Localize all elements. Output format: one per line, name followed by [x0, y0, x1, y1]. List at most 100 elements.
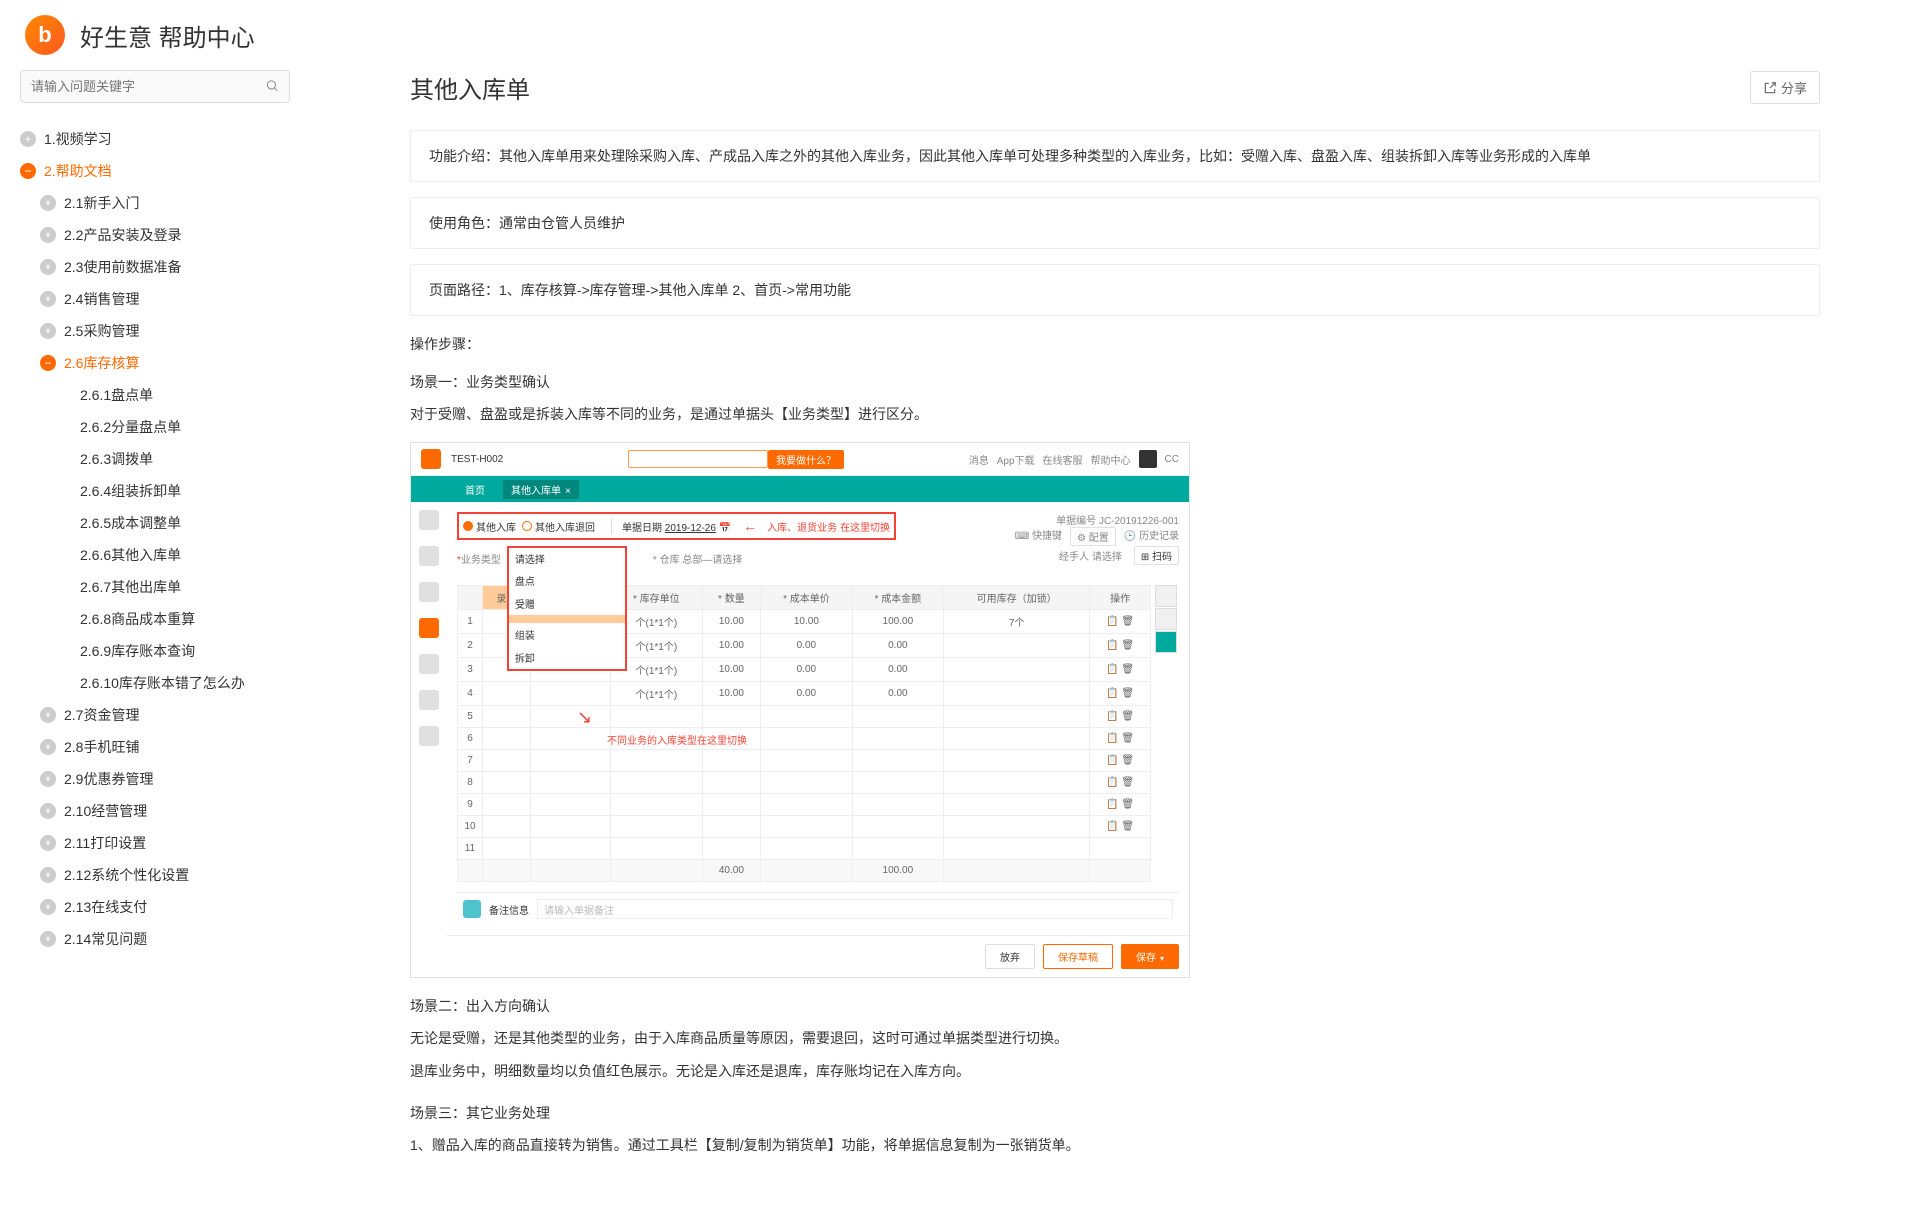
header-title: 好生意 帮助中心	[80, 18, 255, 53]
nav-leaf-2-6-4[interactable]: 2.6.4组装拆卸单	[20, 475, 290, 507]
nav-label: 2.2产品安装及登录	[64, 225, 181, 245]
mock-top-msg: 消息	[969, 452, 989, 467]
nav-leaf-2-6-6[interactable]: 2.6.6其他入库单	[20, 539, 290, 571]
mock-top-help: 帮助中心	[1091, 452, 1131, 467]
nav-leaf-2-6-10[interactable]: 2.6.10库存账本错了怎么办	[20, 667, 290, 699]
nav-item-2-5[interactable]: +2.5采购管理	[20, 315, 290, 347]
nav-label: 2.帮助文档	[44, 161, 112, 181]
mock-footer: 放弃 保存草稿 保存	[447, 935, 1189, 977]
mock-logo-icon	[421, 449, 441, 469]
search-box[interactable]	[20, 70, 290, 103]
rail-icon	[419, 726, 439, 746]
nav-item-2-8[interactable]: +2.8手机旺铺	[20, 731, 290, 763]
radio-icon	[522, 521, 532, 531]
plus-icon: +	[40, 707, 56, 723]
mock-dd-item: 受赠	[509, 592, 625, 615]
nav-item-2-1[interactable]: +2.1新手入门	[20, 187, 290, 219]
scene3-title: 场景三：其它业务处理	[410, 1103, 1820, 1123]
tool-icon	[1155, 631, 1177, 653]
plus-icon: +	[40, 323, 56, 339]
rail-icon	[419, 618, 439, 638]
page-title: 其他入库单	[410, 70, 530, 105]
nav-item-2-3[interactable]: +2.3使用前数据准备	[20, 251, 290, 283]
mock-left-rail	[411, 476, 447, 977]
th: 操作	[1090, 586, 1151, 610]
mock-btn-cancel: 放弃	[985, 944, 1035, 969]
nav-item-2-7[interactable]: +2.7资金管理	[20, 699, 290, 731]
mock-remark: 备注信息 请输入单据备注	[457, 892, 1179, 925]
scene3-p1: 1、赠品入库的商品直接转为销售。通过工具栏【复制/复制为销货单】功能，将单据信息…	[410, 1133, 1820, 1158]
plus-icon: +	[40, 771, 56, 787]
rail-icon	[419, 546, 439, 566]
search-input[interactable]	[21, 71, 289, 102]
scene1-title: 场景一：业务类型确认	[410, 372, 1820, 392]
mock-dd-item: 盘点	[509, 569, 625, 592]
nav-item-2-11[interactable]: +2.11打印设置	[20, 827, 290, 859]
nav-item-helpdoc[interactable]: −2.帮助文档	[20, 155, 290, 187]
annotation-text: 不同业务的入库类型在这里切换	[607, 732, 747, 747]
mock-field-label: 仓库	[660, 555, 680, 566]
info-text: 1、库存核算->库存管理->其他入库单 2、首页->常用功能	[499, 282, 851, 298]
info-box-intro: 功能介绍：其他入库单用来处理除采购入库、产成品入库之外的其他入库业务，因此其他入…	[410, 130, 1820, 182]
mock-radio-label: 其他入库	[476, 519, 516, 534]
th: 可用库存（加锁）	[944, 586, 1090, 610]
mock-scan-btn: ⊞ 扫码	[1134, 546, 1179, 565]
th: * 数量	[702, 586, 761, 610]
nav-item-2-12[interactable]: +2.12系统个性化设置	[20, 859, 290, 891]
minus-icon: −	[40, 355, 56, 371]
plus-icon: +	[40, 835, 56, 851]
nav-item-2-9[interactable]: +2.9优惠券管理	[20, 763, 290, 795]
nav-label: 2.3使用前数据准备	[64, 257, 181, 277]
steps-label: 操作步骤：	[410, 334, 1820, 354]
nav-item-2-10[interactable]: +2.10经营管理	[20, 795, 290, 827]
mock-screenshot: TEST-H002 我要做什么？ 消息 App下载 在线客服 帮助中心 CC	[410, 442, 1190, 978]
nav-label: 2.5采购管理	[64, 321, 139, 341]
rail-icon	[419, 582, 439, 602]
nav-label: 2.12系统个性化设置	[64, 865, 189, 885]
scene1-text: 对于受赠、盘盈或是拆装入库等不同的业务，是通过单据头【业务类型】进行区分。	[410, 402, 1820, 427]
arrow-icon: ↘	[577, 707, 592, 728]
share-button[interactable]: 分享	[1750, 71, 1820, 104]
plus-icon: +	[40, 739, 56, 755]
nav-tree: +1.视频学习 −2.帮助文档 +2.1新手入门 +2.2产品安装及登录 +2.…	[20, 123, 290, 955]
mock-top-app: App下载	[997, 452, 1035, 467]
nav-leaf-2-6-2[interactable]: 2.6.2分量盘点单	[20, 411, 290, 443]
plus-icon: +	[40, 899, 56, 915]
nav-label: 2.14常见问题	[64, 929, 147, 949]
plus-icon: +	[20, 131, 36, 147]
radio-icon	[463, 521, 473, 531]
rail-icon	[419, 690, 439, 710]
mock-link: ⌨ 快捷键	[1015, 527, 1062, 546]
plus-icon: +	[40, 803, 56, 819]
info-label: 使用角色：	[429, 215, 499, 231]
tool-icon	[1155, 608, 1177, 630]
nav-item-2-14[interactable]: +2.14常见问题	[20, 923, 290, 955]
mock-field-label: 业务类型	[461, 555, 501, 566]
nav-item-2-13[interactable]: +2.13在线支付	[20, 891, 290, 923]
mock-topbar: TEST-H002 我要做什么？ 消息 App下载 在线客服 帮助中心 CC	[411, 443, 1189, 476]
nav-leaf-2-6-3[interactable]: 2.6.3调拨单	[20, 443, 290, 475]
mock-search-btn: 我要做什么？	[768, 450, 844, 469]
nav-item-2-4[interactable]: +2.4销售管理	[20, 283, 290, 315]
avatar-icon	[1139, 450, 1157, 468]
th	[458, 586, 483, 610]
mock-date-value: 2019-12-26	[665, 523, 716, 534]
plus-icon: +	[40, 227, 56, 243]
main-content: 其他入库单 分享 功能介绍：其他入库单用来处理除采购入库、产成品入库之外的其他入…	[310, 70, 1920, 1206]
tool-icon	[1155, 585, 1177, 607]
nav-leaf-2-6-8[interactable]: 2.6.8商品成本重算	[20, 603, 290, 635]
nav-label: 1.视频学习	[44, 129, 112, 149]
nav-leaf-2-6-1[interactable]: 2.6.1盘点单	[20, 379, 290, 411]
nav-item-2-2[interactable]: +2.2产品安装及登录	[20, 219, 290, 251]
nav-leaf-2-6-7[interactable]: 2.6.7其他出库单	[20, 571, 290, 603]
scene2-p2: 退库业务中，明细数量均以负值红色展示。无论是入库还是退库，库存账均记在入库方向。	[410, 1059, 1820, 1084]
annotation-text: 入库、退货业务 在这里切换	[767, 519, 890, 534]
mock-link: ⚙ 配置	[1070, 527, 1116, 546]
nav-leaf-2-6-5[interactable]: 2.6.5成本调整单	[20, 507, 290, 539]
nav-item-video[interactable]: +1.视频学习	[20, 123, 290, 155]
nav-item-2-6[interactable]: −2.6库存核算	[20, 347, 290, 379]
info-box-role: 使用角色：通常由仓管人员维护	[410, 197, 1820, 249]
share-label: 分享	[1781, 78, 1807, 97]
mock-field-value: 总部—请选择	[682, 555, 742, 566]
nav-leaf-2-6-9[interactable]: 2.6.9库存账本查询	[20, 635, 290, 667]
